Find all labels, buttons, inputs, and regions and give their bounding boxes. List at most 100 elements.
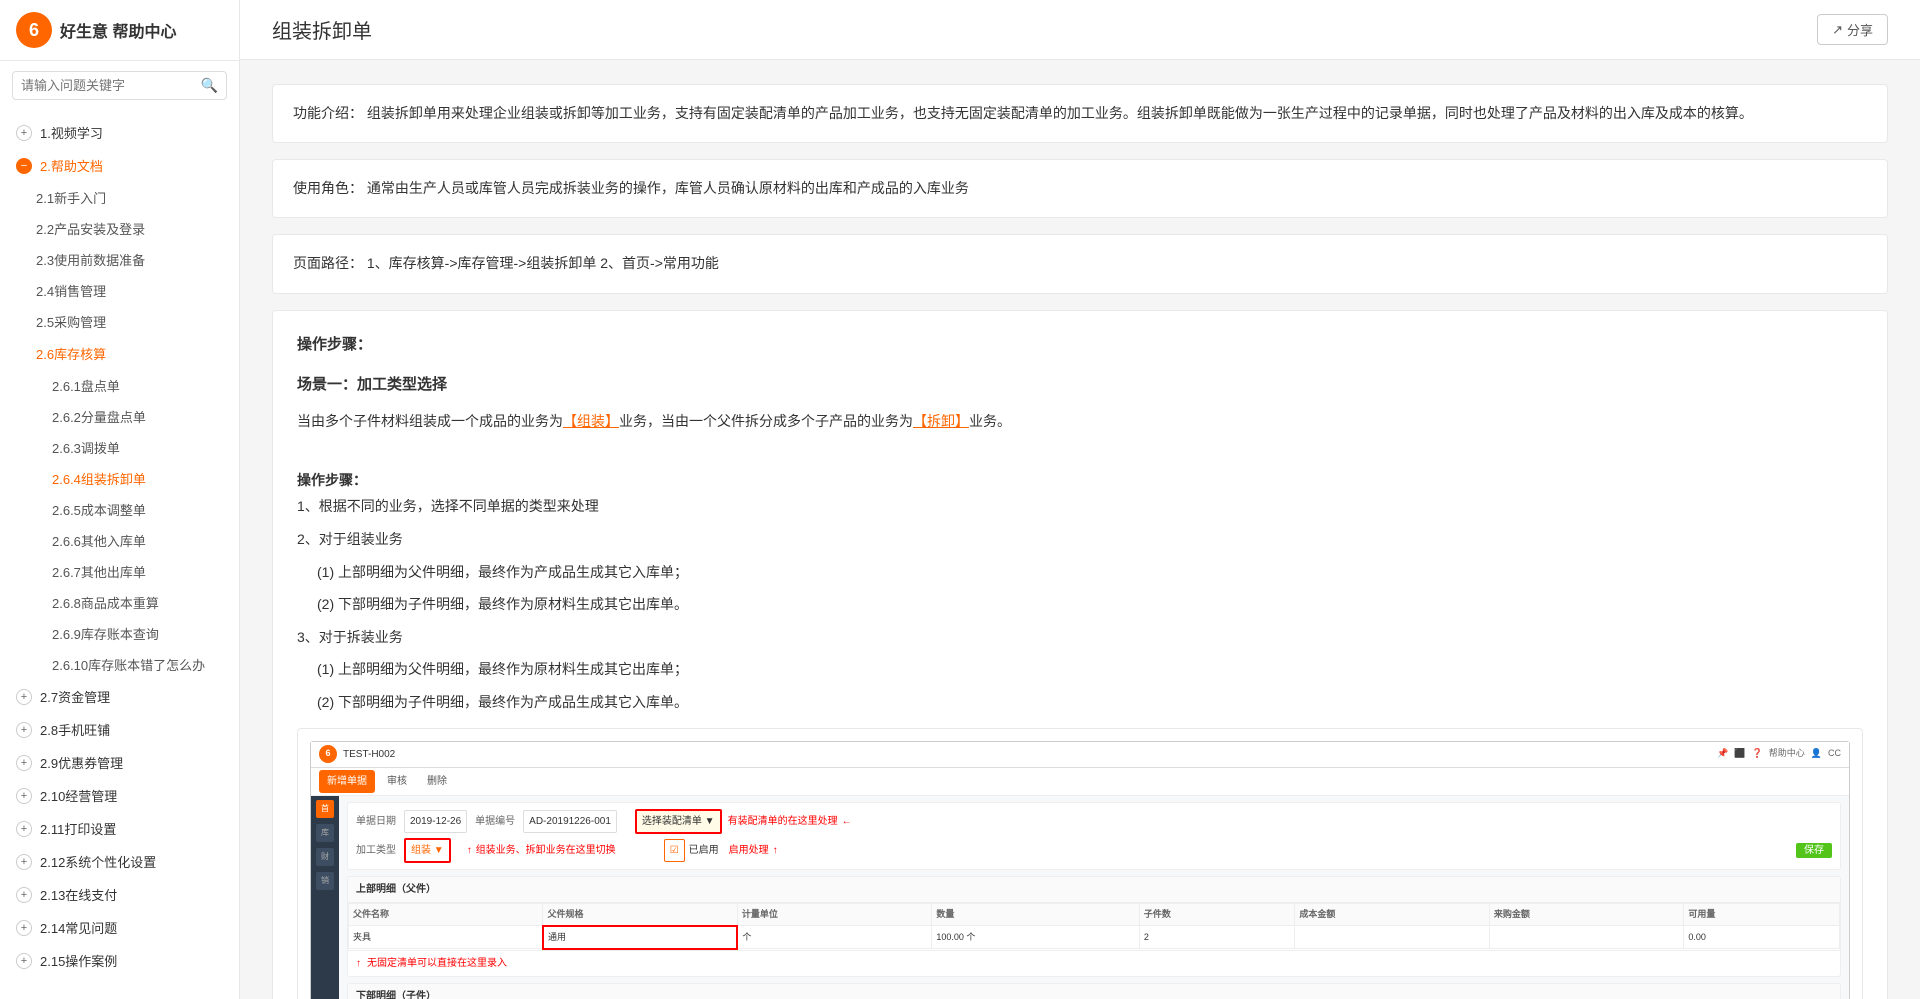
col-purchase-amt: 来购金额 [1489,903,1683,926]
sidebar-item-other-in[interactable]: 2.6.6其他入库单 [0,525,239,556]
fake-nav-icon1: 首 [316,800,334,818]
sidebar-item-coupon[interactable]: + 2.9优惠券管理 [0,746,239,779]
sidebar-item-finance[interactable]: + 2.7资金管理 [0,680,239,713]
top-bar: 组装拆卸单 ↗ 分享 [240,0,1920,60]
sidebar-item-examples[interactable]: + 2.15操作案例 [0,944,239,977]
sidebar-item-videos[interactable]: + 1.视频学习 [0,116,239,149]
arrow-up: ↑ [467,841,472,860]
fake-parent-row1-name: 夹具 [349,926,543,949]
annotation4-area: ↑ 无固定清单可以直接在这里录入 [348,950,1840,976]
sidebar-item-mobile[interactable]: + 2.8手机旺铺 [0,713,239,746]
annotation2-text: 组装业务、拆卸业务在这里切换 [476,841,616,860]
fake-lower-table: 下部明细（子件） ☐ 子件名称 规格型号 计划数量 实际数量 [347,983,1841,999]
search-icon[interactable]: 🔍 [201,77,218,94]
fake-nav-icon2: 库 [316,824,334,842]
share-icon: ↗ [1832,22,1843,38]
function-intro-card: 功能介绍： 组装拆卸单用来处理企业组装或拆卸等加工业务，支持有固定装配清单的产品… [272,84,1888,143]
expand-icon: + [16,722,32,738]
fake-date-label: 单据日期 [356,812,396,831]
fake-form-header: 单据日期 2019-12-26 单据编号 AD-20191226-001 选择装… [347,802,1841,870]
role-label: 使用角色： [293,180,363,196]
sidebar: 6 好生意 帮助中心 🔍 + 1.视频学习 − 2.帮助文档 2.1新手入门 2… [0,0,240,999]
sidebar-item-payment[interactable]: + 2.13在线支付 [0,878,239,911]
steps-block: 操作步骤： 场景一：加工类型选择 当由多个子件材料组装成一个成品的业务为【组装】… [272,310,1888,999]
sidebar-item-prepare[interactable]: 2.3使用前数据准备 [0,244,239,275]
share-button[interactable]: ↗ 分享 [1817,14,1888,45]
expand-icon: + [16,788,32,804]
sidebar-item-cost-adjust[interactable]: 2.6.5成本调整单 [0,494,239,525]
sidebar-item-assembly[interactable]: 2.6.4组装拆卸单 [0,463,239,494]
step3-2: (2) 下部明细为子件明细，最终作为产成品生成其它入库单。 [317,689,1863,716]
fake-form-row1: 单据日期 2019-12-26 单据编号 AD-20191226-001 选择装… [356,809,1832,834]
fake-tab-review: 审核 [379,770,415,793]
fake-app-screenshot: 6 TEST-H002 📌⬛❓帮助中心👤CC 新增单据 审核 删除 [310,741,1850,999]
sidebar-item-label: 2.7资金管理 [40,687,110,706]
sidebar-nav: + 1.视频学习 − 2.帮助文档 2.1新手入门 2.2产品安装及登录 2.3… [0,110,239,999]
expand-icon: + [16,689,32,705]
sidebar-item-label: 2.14常见问题 [40,918,117,937]
sidebar-header: 6 好生意 帮助中心 [0,0,239,61]
sidebar-item-label: 2.6库存核算 [36,344,106,363]
fake-lower-table-title: 下部明细（子件） [348,984,1840,999]
sidebar-item-print[interactable]: + 2.11打印设置 [0,812,239,845]
fake-parent-row1-qty: 100.00 个 [932,926,1139,949]
path-label: 页面路径： [293,255,363,271]
sidebar-item-stock-query[interactable]: 2.6.9库存账本查询 [0,618,239,649]
annotation1-area: 选择装配清单 ▼ 有装配清单的在这里处理 ← [625,809,852,834]
col-parent-spec: 父件规格 [543,903,737,926]
fake-upper-table: 上部明细（父件） 父件名称 父件规格 计量单位 数量 子件数 [347,876,1841,977]
sidebar-item-faq[interactable]: + 2.14常见问题 [0,911,239,944]
sidebar-item-transfer[interactable]: 2.6.3调拨单 [0,432,239,463]
sidebar-item-beginner[interactable]: 2.1新手入门 [0,182,239,213]
keyword-assembly: 【组装】 [563,413,619,429]
fake-form-row2: 加工类型 组装 ▼ ↑ 组装业务、拆卸业务在这里切换 ☑ [356,838,1832,863]
sidebar-item-cost-recalc[interactable]: 2.6.8商品成本重算 [0,587,239,618]
scene1-title: 场景一：加工类型选择 [297,371,1863,400]
sidebar-item-operations[interactable]: + 2.10经营管理 [0,779,239,812]
fake-layout: 首 库 财 销 单据日期 2019-12-26 [311,796,1849,999]
collapse-icon: − [16,158,32,174]
fake-action-btns: 保存 [1796,840,1832,861]
role-card: 使用角色： 通常由生产人员或库管人员完成拆装业务的操作，库管人员确认原材料的出库… [272,159,1888,218]
fake-parent-table: 父件名称 父件规格 计量单位 数量 子件数 成本金额 来购金额 可用量 [348,903,1840,950]
sidebar-item-other-out[interactable]: 2.6.7其他出库单 [0,556,239,587]
sidebar-item-label: 2.帮助文档 [40,156,103,175]
col-available: 可用量 [1684,903,1840,926]
annotation3-text: 启用处理 [729,841,769,860]
sidebar-item-stock-fix[interactable]: 2.6.10库存账本错了怎么办 [0,649,239,680]
search-input[interactable] [21,78,201,93]
sidebar-item-customize[interactable]: + 2.12系统个性化设置 [0,845,239,878]
search-box[interactable]: 🔍 [12,71,227,100]
sidebar-item-stock-count2[interactable]: 2.6.2分量盘点单 [0,401,239,432]
path-card: 页面路径： 1、库存核算->库存管理->组装拆卸单 2、首页->常用功能 [272,234,1888,293]
sidebar-item-label: 2.9优惠券管理 [40,753,123,772]
fake-bom-select: 选择装配清单 ▼ [635,809,722,834]
fake-app-id: TEST-H002 [343,745,395,764]
annotation3-area: ☑ 已启用 启用处理 ↑ [664,839,778,862]
main-content: 组装拆卸单 ↗ 分享 功能介绍： 组装拆卸单用来处理企业组装或拆卸等加工业务，支… [240,0,1920,999]
annotation4-text: 无固定清单可以直接在这里录入 [367,954,507,973]
fake-nav-icon4: 销 [316,872,334,890]
annotation2-area: ↑ 组装业务、拆卸业务在这里切换 [467,841,616,860]
annotation1-text: 有装配清单的在这里处理 [728,812,838,831]
expand-icon: + [16,755,32,771]
sidebar-item-stock-count[interactable]: 2.6.1盘点单 [0,370,239,401]
sidebar-item-sales[interactable]: 2.4销售管理 [0,275,239,306]
sidebar-item-purchase[interactable]: 2.5采购管理 [0,306,239,337]
fake-left-sidebar: 首 库 财 销 [311,796,339,999]
steps-title: 操作步骤： [297,331,1863,360]
step1: 1、根据不同的业务，选择不同单据的类型来处理 [297,493,1863,520]
sidebar-item-label: 2.15操作案例 [40,951,117,970]
sidebar-item-helpdocs[interactable]: − 2.帮助文档 [0,149,239,182]
sidebar-item-install[interactable]: 2.2产品安装及登录 [0,213,239,244]
fake-parent-row1-purchase [1489,926,1683,949]
app-logo: 6 [16,12,52,48]
expand-icon: + [16,125,32,141]
fake-enable-checkbox: ☑ [664,839,685,862]
app-title: 好生意 帮助中心 [60,18,176,42]
fake-tab-active: 新增单据 [319,770,375,793]
sidebar-item-inventory[interactable]: 2.6库存核算 [0,337,239,370]
sidebar-item-label: 2.8手机旺铺 [40,720,110,739]
fake-order-label: 单据编号 [475,812,515,831]
expand-icon: + [16,854,32,870]
